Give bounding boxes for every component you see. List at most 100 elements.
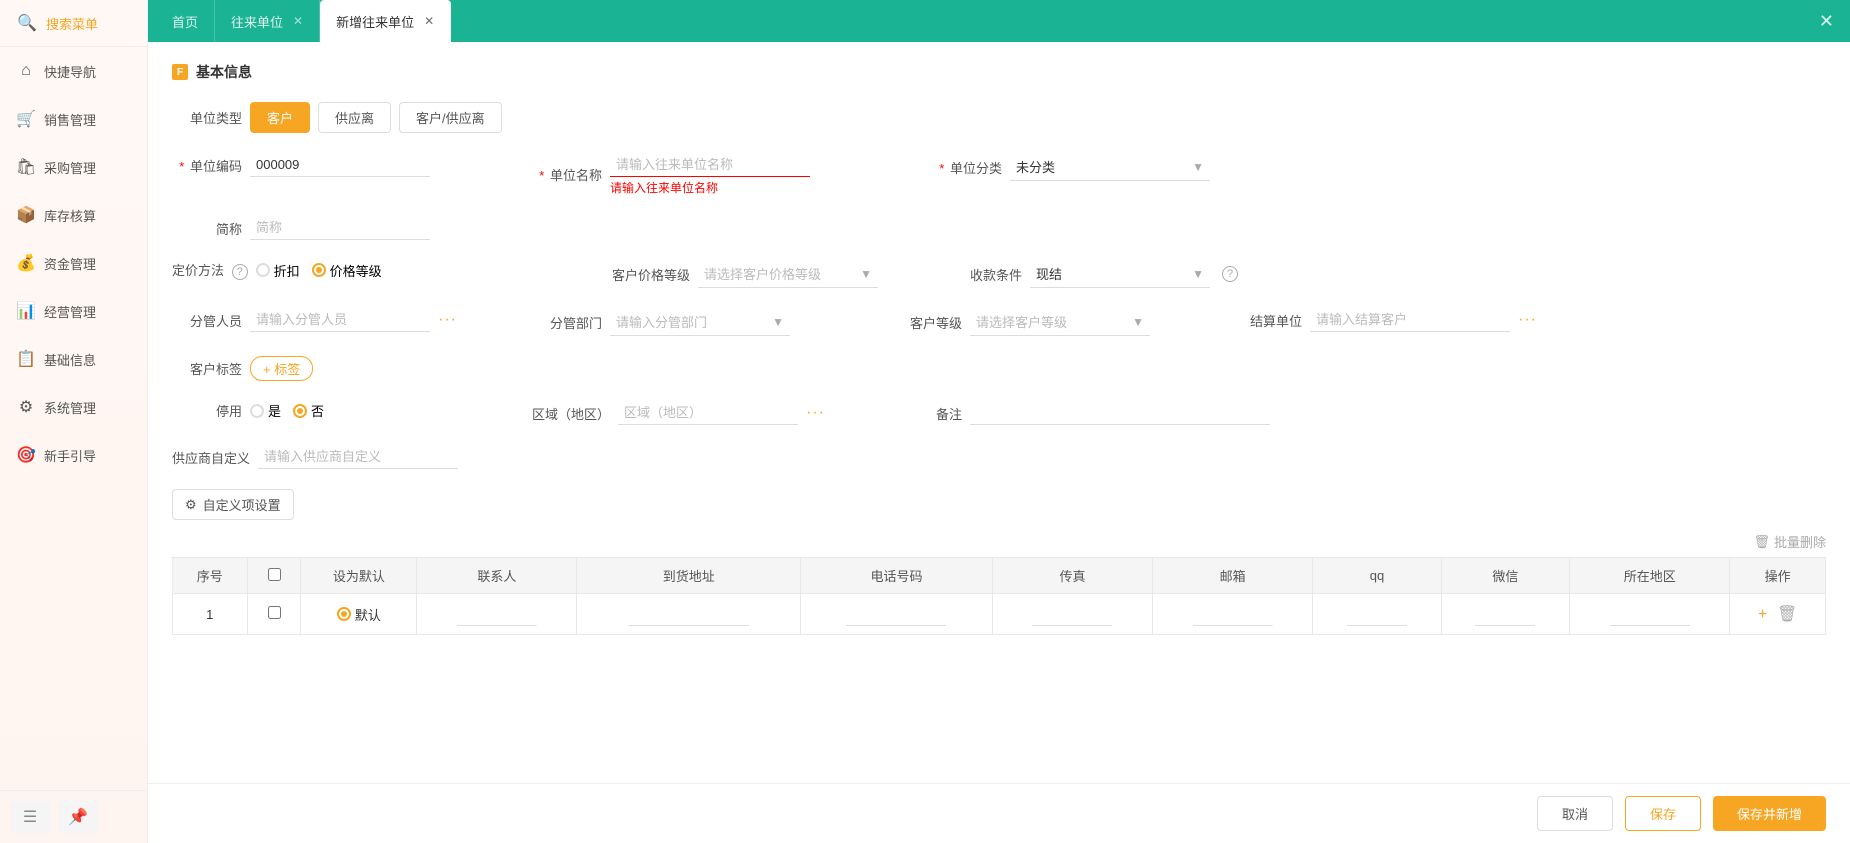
- batch-delete-button[interactable]: 🗑 批量删除: [1753, 532, 1826, 551]
- row-default-radio[interactable]: 默认: [311, 605, 406, 624]
- radio-price-level[interactable]: 价格等级: [312, 261, 382, 280]
- manager-row: 分管人员 ··· 分管部门 请输入分管部门 ▼ 客户等级 请选择客户等级 ▼: [172, 308, 1826, 336]
- payment-terms-select[interactable]: 现结 ▼: [1030, 260, 1210, 288]
- payment-terms-label: 收款条件: [952, 265, 1022, 284]
- search-icon: 🔍: [16, 12, 38, 34]
- region-input[interactable]: [618, 401, 798, 425]
- chevron-down-icon-3: ▼: [1192, 267, 1204, 281]
- settlement-unit-more-icon[interactable]: ···: [1518, 311, 1537, 329]
- sidebar-pin-btn[interactable]: 📌: [58, 801, 98, 833]
- row-region-input[interactable]: [1610, 602, 1690, 626]
- sidebar-item-operations[interactable]: 📊 经营管理: [0, 287, 147, 335]
- customer-level-select[interactable]: 请选择客户等级 ▼: [970, 308, 1150, 336]
- sidebar-item-guide[interactable]: 🎯 新手引导: [0, 431, 147, 479]
- address-input[interactable]: [629, 602, 749, 626]
- save-button[interactable]: 保存: [1625, 796, 1701, 831]
- tab-new-partner-close[interactable]: ✕: [424, 14, 434, 28]
- region-more-icon[interactable]: ···: [806, 404, 825, 422]
- cancel-button[interactable]: 取消: [1537, 796, 1613, 831]
- section-header: F 基本信息: [172, 62, 1826, 82]
- custom-settings-button[interactable]: ⚙ 自定义项设置: [172, 489, 294, 520]
- row-add-icon[interactable]: +: [1758, 606, 1767, 623]
- sidebar-collapse-btn[interactable]: ☰: [10, 801, 50, 833]
- tab-partners-close[interactable]: ✕: [293, 14, 303, 28]
- tab-home[interactable]: 首页: [156, 0, 215, 42]
- main-area: 首页 往来单位 ✕ 新增往来单位 ✕ ✕ F 基本信息 单位类型 客户 供应离: [148, 0, 1850, 843]
- radio-disabled-yes[interactable]: 是: [250, 401, 281, 420]
- unit-category-select[interactable]: 未分类 ▼: [1010, 153, 1210, 181]
- sidebar-item-finance[interactable]: 💰 资金管理: [0, 239, 147, 287]
- department-select[interactable]: 请输入分管部门 ▼: [610, 308, 790, 336]
- supplier-custom-input[interactable]: [258, 445, 458, 469]
- unit-btn-customer[interactable]: 客户: [250, 102, 310, 133]
- tag-add-button[interactable]: + 标签: [250, 356, 313, 381]
- customer-tag-field: 客户标签 + 标签: [172, 356, 1826, 381]
- radio-disabled-no-circle: [293, 404, 307, 418]
- phone-input[interactable]: [846, 602, 946, 626]
- unit-category-label: * 单位分类: [932, 158, 1002, 177]
- sidebar-item-shortcut[interactable]: ⌂ 快捷导航: [0, 47, 147, 95]
- disabled-row: 停用 是 否 区域（地区） ···: [172, 401, 1826, 425]
- sidebar-item-inventory[interactable]: 📦 库存核算: [0, 191, 147, 239]
- disabled-field: 停用 是 否: [172, 401, 512, 420]
- manager-field: 分管人员 ···: [172, 308, 512, 332]
- unit-category-value: 未分类: [1016, 157, 1188, 176]
- radio-disabled-no[interactable]: 否: [293, 401, 324, 420]
- save-new-button[interactable]: 保存并新增: [1713, 796, 1826, 831]
- table-section: 🗑 批量删除 序号 设为默认 联系人 到货地址 电话号码 传真: [172, 532, 1826, 635]
- header-checkbox[interactable]: [268, 568, 281, 581]
- manager-more-icon[interactable]: ···: [438, 311, 457, 329]
- settlement-unit-input[interactable]: [1310, 308, 1510, 332]
- region-field: 区域（地区） ···: [532, 401, 872, 425]
- manager-input[interactable]: [250, 308, 430, 332]
- guide-icon: 🎯: [16, 445, 36, 465]
- customer-price-level-select[interactable]: 请选择客户价格等级 ▼: [698, 260, 878, 288]
- qq-input[interactable]: [1347, 602, 1407, 626]
- cell-checkbox: [247, 594, 301, 635]
- pricing-help-icon[interactable]: ?: [232, 264, 248, 280]
- unit-code-input[interactable]: [250, 153, 430, 177]
- unit-btn-supplier[interactable]: 供应离: [318, 102, 391, 133]
- remark-input[interactable]: [970, 401, 1270, 425]
- row-delete-icon[interactable]: 🗑: [1777, 606, 1797, 623]
- unit-name-input[interactable]: [610, 153, 810, 177]
- payment-terms-help-icon[interactable]: ?: [1222, 266, 1238, 282]
- th-email: 邮箱: [1153, 558, 1313, 594]
- cell-contact: [417, 594, 577, 635]
- sidebar-item-search[interactable]: 🔍 搜索菜单: [0, 0, 147, 47]
- unit-type-row: 单位类型 客户 供应离 客户/供应离: [172, 102, 1826, 133]
- sidebar-item-basic[interactable]: 📋 基础信息: [0, 335, 147, 383]
- th-fax: 传真: [992, 558, 1152, 594]
- customer-price-level-placeholder: 请选择客户价格等级: [704, 264, 856, 283]
- radio-discount[interactable]: 折扣: [256, 261, 300, 280]
- sidebar-item-purchase[interactable]: 🛍 采购管理: [0, 143, 147, 191]
- cell-fax: [992, 594, 1152, 635]
- close-all-button[interactable]: ✕: [1811, 11, 1842, 32]
- chevron-down-icon-5: ▼: [1132, 315, 1144, 329]
- customer-level-field: 客户等级 请选择客户等级 ▼: [892, 308, 1212, 336]
- table-header-row: 序号 设为默认 联系人 到货地址 电话号码 传真 邮箱 qq 微信 所在地区: [173, 558, 1826, 594]
- tab-new-partner[interactable]: 新增往来单位 ✕: [320, 0, 451, 42]
- customer-tag-row: 客户标签 + 标签: [172, 356, 1826, 381]
- sidebar-item-sales[interactable]: 🛒 销售管理: [0, 95, 147, 143]
- unit-type-field: 单位类型 客户 供应离 客户/供应离: [172, 102, 1826, 133]
- unit-btn-both[interactable]: 客户/供应离: [399, 102, 502, 133]
- row-checkbox[interactable]: [268, 606, 281, 619]
- contact-input[interactable]: [457, 602, 537, 626]
- th-seq: 序号: [173, 558, 248, 594]
- email-input[interactable]: [1193, 602, 1273, 626]
- customer-price-level-field: 客户价格等级 请选择客户价格等级 ▼: [612, 260, 932, 288]
- wechat-input[interactable]: [1475, 602, 1535, 626]
- sidebar-bottom: ☰ 📌: [0, 790, 147, 843]
- unit-type-label: 单位类型: [172, 108, 242, 127]
- th-wechat: 微信: [1441, 558, 1569, 594]
- tab-partners[interactable]: 往来单位 ✕: [215, 0, 320, 42]
- cell-region: [1570, 594, 1730, 635]
- customer-price-level-label: 客户价格等级: [612, 265, 690, 284]
- radio-disabled-yes-circle: [250, 404, 264, 418]
- sidebar-item-system[interactable]: ⚙ 系统管理: [0, 383, 147, 431]
- fax-input[interactable]: [1032, 602, 1112, 626]
- region-label: 区域（地区）: [532, 404, 610, 423]
- payment-terms-field: 收款条件 现结 ▼ ?: [952, 260, 1826, 288]
- short-name-input[interactable]: [250, 216, 430, 240]
